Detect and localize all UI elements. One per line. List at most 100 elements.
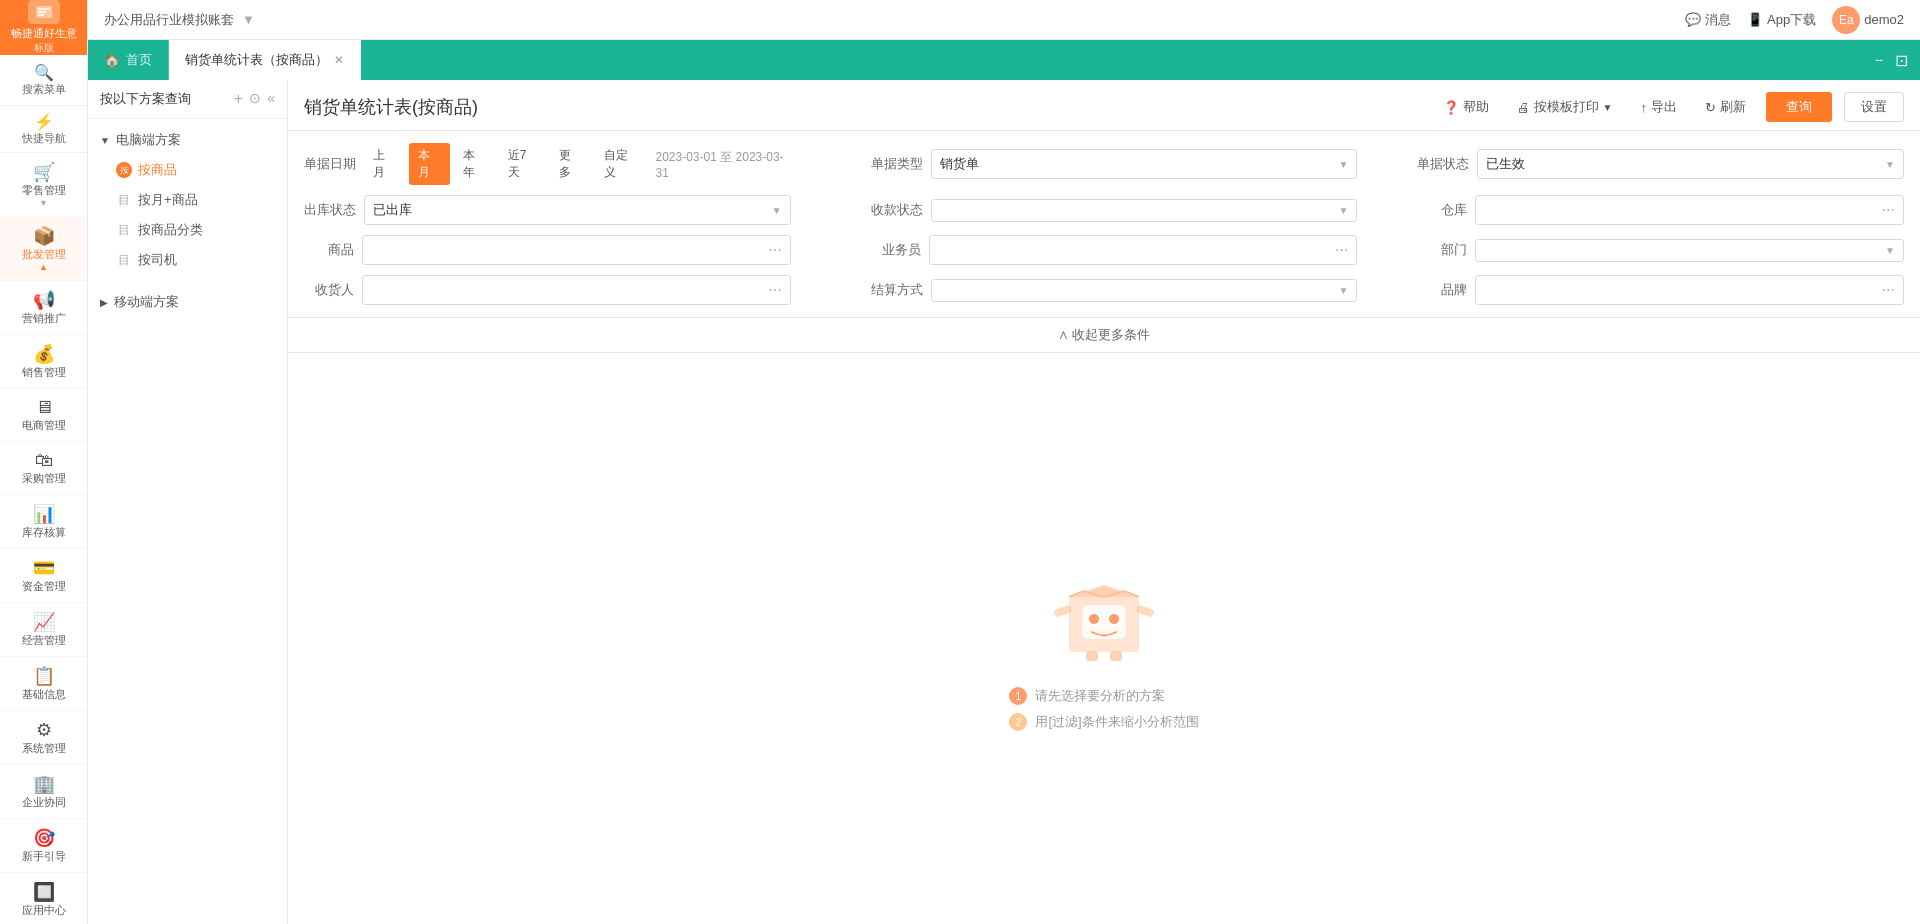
scheme-item-driver[interactable]: 目 按司机	[88, 245, 287, 275]
scheme-item-category[interactable]: 目 按商品分类	[88, 215, 287, 245]
department-select[interactable]: ▼	[1475, 239, 1904, 262]
goods-select[interactable]: ···	[362, 235, 791, 265]
export-btn[interactable]: ↑ 导出	[1633, 94, 1686, 120]
page-title: 销货单统计表(按商品)	[304, 95, 478, 119]
industry-dropdown-icon[interactable]: ▼	[242, 12, 255, 27]
sidebar-item-wholesale[interactable]: 📦 批发管理 ▲	[0, 217, 87, 281]
date-custom-btn[interactable]: 自定义	[595, 143, 647, 185]
minimize-icon[interactable]: －	[1871, 50, 1887, 71]
sidebar-search[interactable]: 🔍 搜索菜单	[0, 55, 87, 106]
sidebar-item-ecommerce[interactable]: 🖥 电商管理	[0, 389, 87, 442]
edit-scheme-btn[interactable]: ⊙	[249, 90, 261, 108]
print-icon: 🖨	[1517, 100, 1530, 115]
system-icon: ⚙	[36, 719, 52, 741]
sidebar-item-apps[interactable]: 🔲 应用中心	[0, 873, 87, 924]
sidebar-item-enterprise[interactable]: 🏢 企业协同	[0, 765, 87, 819]
out-status-select[interactable]: 已出库 ▼	[364, 195, 791, 225]
sidebar-enterprise-label: 企业协同	[22, 795, 66, 810]
receiver-dots: ···	[768, 281, 781, 299]
chevron-down-icon: ▼	[100, 135, 110, 146]
settlement-label: 结算方式	[871, 281, 923, 299]
settlement-select[interactable]: ▼	[931, 279, 1358, 302]
sidebar-purchase-label: 采购管理	[22, 471, 66, 486]
collapse-row[interactable]: ∧ 收起更多条件	[288, 318, 1920, 353]
query-btn[interactable]: 查询	[1766, 92, 1832, 122]
refresh-btn[interactable]: ↻ 刷新	[1697, 94, 1754, 120]
date-last-month-btn[interactable]: 上月	[364, 143, 405, 185]
topbar-left: 办公用品行业模拟账套 ▼	[104, 11, 255, 29]
app-logo[interactable]: 畅捷通好生意 标版	[0, 0, 88, 55]
salesman-dots: ···	[1335, 241, 1348, 259]
sidebar-inventory-label: 库存核算	[22, 525, 66, 540]
scheme-group-desktop-header[interactable]: ▼ 电脑端方案	[88, 125, 287, 155]
apps-icon: 🔲	[33, 881, 55, 903]
sidebar-item-system[interactable]: ⚙ 系统管理	[0, 711, 87, 765]
tab-close-icon[interactable]: ✕	[334, 53, 344, 67]
empty-step-2: 2 用[过滤]条件来缩小分析范围	[1009, 713, 1198, 731]
sidebar-item-operations[interactable]: 📈 经营管理	[0, 603, 87, 657]
topbar: 办公用品行业模拟账套 ▼ 💬 消息 📱 App下载 Ea demo2	[88, 0, 1920, 40]
tab-report[interactable]: 销货单统计表（按商品） ✕	[169, 40, 361, 80]
warehouse-select[interactable]: ···	[1475, 195, 1904, 225]
app-download-icon: 📱	[1747, 12, 1763, 27]
settlement-dropdown-icon: ▼	[1338, 285, 1348, 296]
app-download-btn[interactable]: 📱 App下载	[1747, 11, 1816, 29]
date-this-month-btn[interactable]: 本月	[409, 143, 450, 185]
sidebar-item-retail[interactable]: 🛒 零售管理 ▼	[0, 153, 87, 217]
settings-btn[interactable]: 设置	[1844, 92, 1904, 122]
app-title: 畅捷通好生意	[11, 26, 77, 41]
sidebar-item-marketing[interactable]: 📢 营销推广	[0, 281, 87, 335]
wholesale-icon: 📦	[33, 225, 55, 247]
sidebar-quicknav[interactable]: ⚡ 快捷导航	[0, 106, 87, 153]
user-profile[interactable]: Ea demo2	[1832, 6, 1904, 34]
sidebar-system-label: 系统管理	[22, 741, 66, 756]
filter-panel-title: 按以下方案查询	[100, 90, 191, 108]
filter-field-warehouse: 仓库 ···	[1417, 195, 1904, 225]
salesman-label: 业务员	[871, 241, 921, 259]
svg-rect-4	[1086, 651, 1098, 661]
scheme-goods-label: 按商品	[138, 161, 177, 179]
payment-status-label: 收款状态	[871, 201, 923, 219]
step-2-circle: 2	[1009, 713, 1027, 731]
scheme-group-mobile-header[interactable]: ▶ 移动端方案	[88, 287, 287, 317]
payment-status-select[interactable]: ▼	[931, 199, 1358, 222]
brand-dots: ···	[1882, 281, 1895, 299]
empty-step-2-text: 用[过滤]条件来缩小分析范围	[1035, 713, 1198, 731]
add-scheme-btn[interactable]: +	[234, 90, 243, 108]
receiver-select[interactable]: ···	[362, 275, 791, 305]
scheme-group-desktop: ▼ 电脑端方案 按 按商品 目 按月+商品 目 按商品分类 目 按司	[88, 119, 287, 281]
scheme-item-month-goods[interactable]: 目 按月+商品	[88, 185, 287, 215]
sidebar-item-purchase[interactable]: 🛍 采购管理	[0, 442, 87, 495]
maximize-icon[interactable]: ⊡	[1895, 51, 1908, 70]
doc-status-label: 单据状态	[1417, 155, 1469, 173]
sidebar-item-finance[interactable]: 💳 资金管理	[0, 549, 87, 603]
scheme-month-goods-label: 按月+商品	[138, 191, 198, 209]
brand-select[interactable]: ···	[1475, 275, 1904, 305]
scheme-item-goods[interactable]: 按 按商品	[88, 155, 287, 185]
salesman-select[interactable]: ···	[929, 235, 1358, 265]
inventory-icon: 📊	[33, 503, 55, 525]
sidebar-item-inventory[interactable]: 📊 库存核算	[0, 495, 87, 549]
doc-type-select[interactable]: 销货单 ▼	[931, 149, 1358, 179]
date-this-year-btn[interactable]: 本年	[454, 143, 495, 185]
industry-selector[interactable]: 办公用品行业模拟账套	[104, 11, 234, 29]
help-btn[interactable]: ❓ 帮助	[1435, 94, 1497, 120]
tab-home[interactable]: 🏠 首页	[88, 40, 169, 80]
date-last7-btn[interactable]: 近7天	[499, 143, 546, 185]
sidebar-finance-label: 资金管理	[22, 579, 66, 594]
date-label: 单据日期	[304, 155, 356, 173]
template-print-btn[interactable]: 🖨 按模板打印 ▼	[1509, 94, 1621, 120]
refresh-icon: ↻	[1705, 100, 1716, 115]
sidebar-item-basic[interactable]: 📋 基础信息	[0, 657, 87, 711]
sidebar-item-sales[interactable]: 💰 销售管理	[0, 335, 87, 389]
sidebar-item-newbie[interactable]: 🎯 新手引导	[0, 819, 87, 873]
step-1-circle: 1	[1009, 687, 1027, 705]
purchase-icon: 🛍	[35, 450, 53, 471]
message-btn[interactable]: 💬 消息	[1685, 11, 1731, 29]
brand-label: 品牌	[1417, 281, 1467, 299]
collapse-panel-btn[interactable]: «	[267, 90, 275, 108]
date-more-btn[interactable]: 更多	[550, 143, 591, 185]
sidebar-search-label: 搜索菜单	[22, 82, 66, 97]
doc-status-select[interactable]: 已生效 ▼	[1477, 149, 1904, 179]
doc-status-value: 已生效	[1486, 155, 1525, 173]
